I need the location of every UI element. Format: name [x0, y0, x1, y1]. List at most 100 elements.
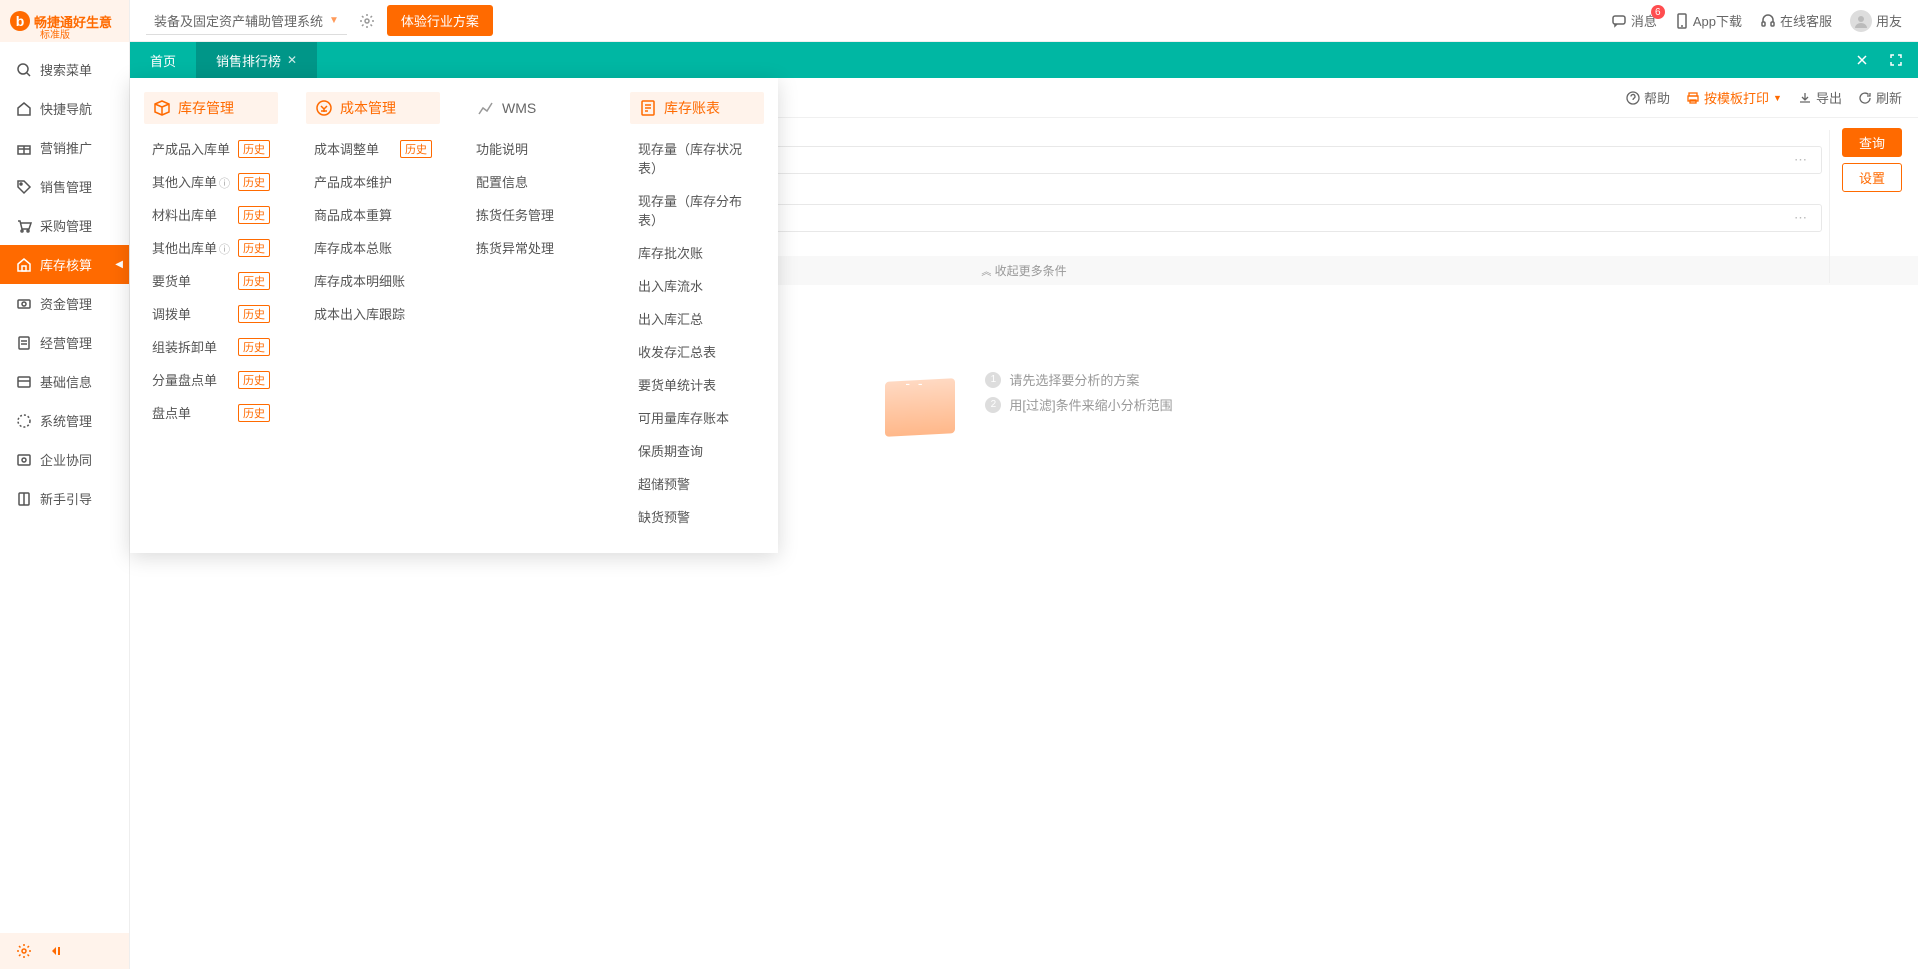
mega-menu-item[interactable]: 功能说明: [468, 132, 602, 165]
sidebar-item-basedata[interactable]: 基础信息: [0, 362, 129, 401]
mega-item-label: 库存成本明细账: [314, 271, 405, 290]
chart-icon: [476, 98, 496, 118]
sidebar-item-operation[interactable]: 经营管理: [0, 323, 129, 362]
mega-menu-item[interactable]: 要货单统计表: [630, 368, 764, 401]
app-download-label: App下载: [1693, 11, 1742, 30]
mega-menu-item[interactable]: 分量盘点单历史: [144, 363, 278, 396]
empty-steps: 1请先选择要分析的方案 2用[过滤]条件来缩小分析范围: [985, 370, 1172, 420]
mega-menu-item[interactable]: 调拨单 历史: [144, 297, 278, 330]
query-button[interactable]: 查询: [1842, 128, 1902, 157]
sidebar-item-finance[interactable]: 资金管理: [0, 284, 129, 323]
mega-menu-item[interactable]: 现存量（库存分布表）: [630, 184, 764, 236]
mega-menu-item[interactable]: 超储预警: [630, 467, 764, 500]
fullscreen-button[interactable]: [1884, 48, 1908, 72]
system-selector[interactable]: 装备及固定资产辅助管理系统 ▼: [146, 7, 347, 35]
home-icon: [16, 101, 32, 117]
tab-close-all-button[interactable]: [1850, 48, 1874, 72]
mega-menu-item[interactable]: 拣货任务管理: [468, 198, 602, 231]
sidebar-item-quicknav[interactable]: 快捷导航: [0, 89, 129, 128]
sidebar-item-purchase[interactable]: 采购管理: [0, 206, 129, 245]
mega-menu-item[interactable]: 收发存汇总表: [630, 335, 764, 368]
brand-logo[interactable]: b 畅捷通好生意 标准版: [0, 0, 129, 42]
mega-menu-item[interactable]: 出入库汇总: [630, 302, 764, 335]
mega-item-label: 调拨单: [152, 304, 191, 323]
help-label: 帮助: [1644, 88, 1670, 107]
online-service-button[interactable]: 在线客服: [1760, 11, 1832, 30]
step-number: 1: [985, 372, 1001, 388]
mega-menu-item[interactable]: 拣货异常处理: [468, 231, 602, 264]
mega-header-inventory: 库存管理: [144, 92, 278, 124]
mega-menu-item[interactable]: 库存成本明细账: [306, 264, 440, 297]
separator: [1829, 130, 1830, 283]
mega-menu: 库存管理 产成品入库单历史其他入库单ⓘ历史材料出库单历史其他出库单ⓘ历史要货单历…: [130, 78, 778, 553]
clipboard-icon: [16, 335, 32, 351]
app-download-button[interactable]: App下载: [1675, 11, 1742, 30]
history-tag[interactable]: 历史: [238, 305, 270, 323]
history-tag[interactable]: 历史: [238, 140, 270, 158]
mega-menu-item[interactable]: 成本出入库跟踪: [306, 297, 440, 330]
sidebar-item-system[interactable]: 系统管理: [0, 401, 129, 440]
industry-plan-button[interactable]: 体验行业方案: [387, 5, 493, 36]
sidebar-item-inventory[interactable]: 库存核算 ◀: [0, 245, 129, 284]
sidebar-item-sales[interactable]: 销售管理: [0, 167, 129, 206]
mega-menu-item[interactable]: 库存成本总账: [306, 231, 440, 264]
house-icon: [16, 257, 32, 273]
user-menu[interactable]: 用友: [1850, 10, 1902, 32]
mega-menu-item[interactable]: 缺货预警: [630, 500, 764, 533]
mega-menu-item[interactable]: 组装拆卸单历史: [144, 330, 278, 363]
mega-menu-item[interactable]: 现存量（库存状况表）: [630, 132, 764, 184]
mega-menu-item[interactable]: 要货单历史: [144, 264, 278, 297]
side-nav: 搜索菜单 快捷导航 营销推广 销售管理 采购管理 库存核算 ◀: [0, 42, 129, 933]
history-tag[interactable]: 历史: [238, 338, 270, 356]
history-tag[interactable]: 历史: [238, 239, 270, 257]
close-icon[interactable]: ✕: [287, 53, 297, 67]
mega-menu-item[interactable]: 其他出库单ⓘ历史: [144, 231, 278, 264]
mega-item-label: 现存量（库存状况表）: [638, 139, 756, 177]
mega-item-label: 产成品入库单: [152, 139, 230, 158]
mega-col-cost: 成本管理 成本调整单历史产品成本维护商品成本重算库存成本总账库存成本明细账成本出…: [292, 92, 454, 533]
mega-menu-item[interactable]: 产品成本维护: [306, 165, 440, 198]
export-icon: [1798, 91, 1812, 105]
history-tag[interactable]: 历史: [400, 140, 432, 158]
mega-menu-item[interactable]: 产成品入库单历史: [144, 132, 278, 165]
mega-item-label: 商品成本重算: [314, 205, 392, 224]
sidebar-item-collab[interactable]: 企业协同: [0, 440, 129, 479]
mega-header-cost: 成本管理: [306, 92, 440, 124]
sidebar-item-search[interactable]: 搜索菜单: [0, 50, 129, 89]
mega-menu-item[interactable]: 盘点单历史: [144, 396, 278, 429]
print-template-label: 按模板打印: [1704, 88, 1769, 107]
messages-button[interactable]: 消息 6: [1611, 11, 1657, 30]
history-tag[interactable]: 历史: [238, 404, 270, 422]
mega-menu-item[interactable]: 其他入库单ⓘ历史: [144, 165, 278, 198]
tab-sales-ranking[interactable]: 销售排行榜 ✕: [196, 42, 317, 78]
history-tag[interactable]: 历史: [238, 272, 270, 290]
chevron-down-icon: ▼: [1773, 93, 1782, 103]
sidebar-item-guide[interactable]: 新手引导: [0, 479, 129, 518]
mega-menu-item[interactable]: 成本调整单历史: [306, 132, 440, 165]
sidebar-item-marketing[interactable]: 营销推广: [0, 128, 129, 167]
mega-menu-item[interactable]: 出入库流水: [630, 269, 764, 302]
mega-menu-item[interactable]: 可用量库存账本: [630, 401, 764, 434]
settings-icon[interactable]: [16, 943, 32, 959]
export-button[interactable]: 导出: [1798, 88, 1842, 107]
mega-menu-item[interactable]: 保质期查询: [630, 434, 764, 467]
history-tag[interactable]: 历史: [238, 173, 270, 191]
more-icon[interactable]: ⋯: [1788, 152, 1813, 168]
collapse-icon[interactable]: [50, 943, 66, 959]
help-button[interactable]: 帮助: [1626, 88, 1670, 107]
mega-menu-item[interactable]: 配置信息: [468, 165, 602, 198]
brand-icon: b: [10, 11, 30, 31]
print-template-button[interactable]: 按模板打印 ▼: [1686, 88, 1782, 107]
refresh-button[interactable]: 刷新: [1858, 88, 1902, 107]
gear-icon[interactable]: [359, 13, 375, 29]
history-tag[interactable]: 历史: [238, 371, 270, 389]
tab-home[interactable]: 首页: [130, 42, 196, 78]
settings-button[interactable]: 设置: [1842, 163, 1902, 192]
mega-item-label: 功能说明: [476, 139, 528, 158]
box-icon: [152, 98, 172, 118]
mega-menu-item[interactable]: 商品成本重算: [306, 198, 440, 231]
more-icon[interactable]: ⋯: [1788, 210, 1813, 226]
mega-menu-item[interactable]: 材料出库单历史: [144, 198, 278, 231]
mega-menu-item[interactable]: 库存批次账: [630, 236, 764, 269]
history-tag[interactable]: 历史: [238, 206, 270, 224]
